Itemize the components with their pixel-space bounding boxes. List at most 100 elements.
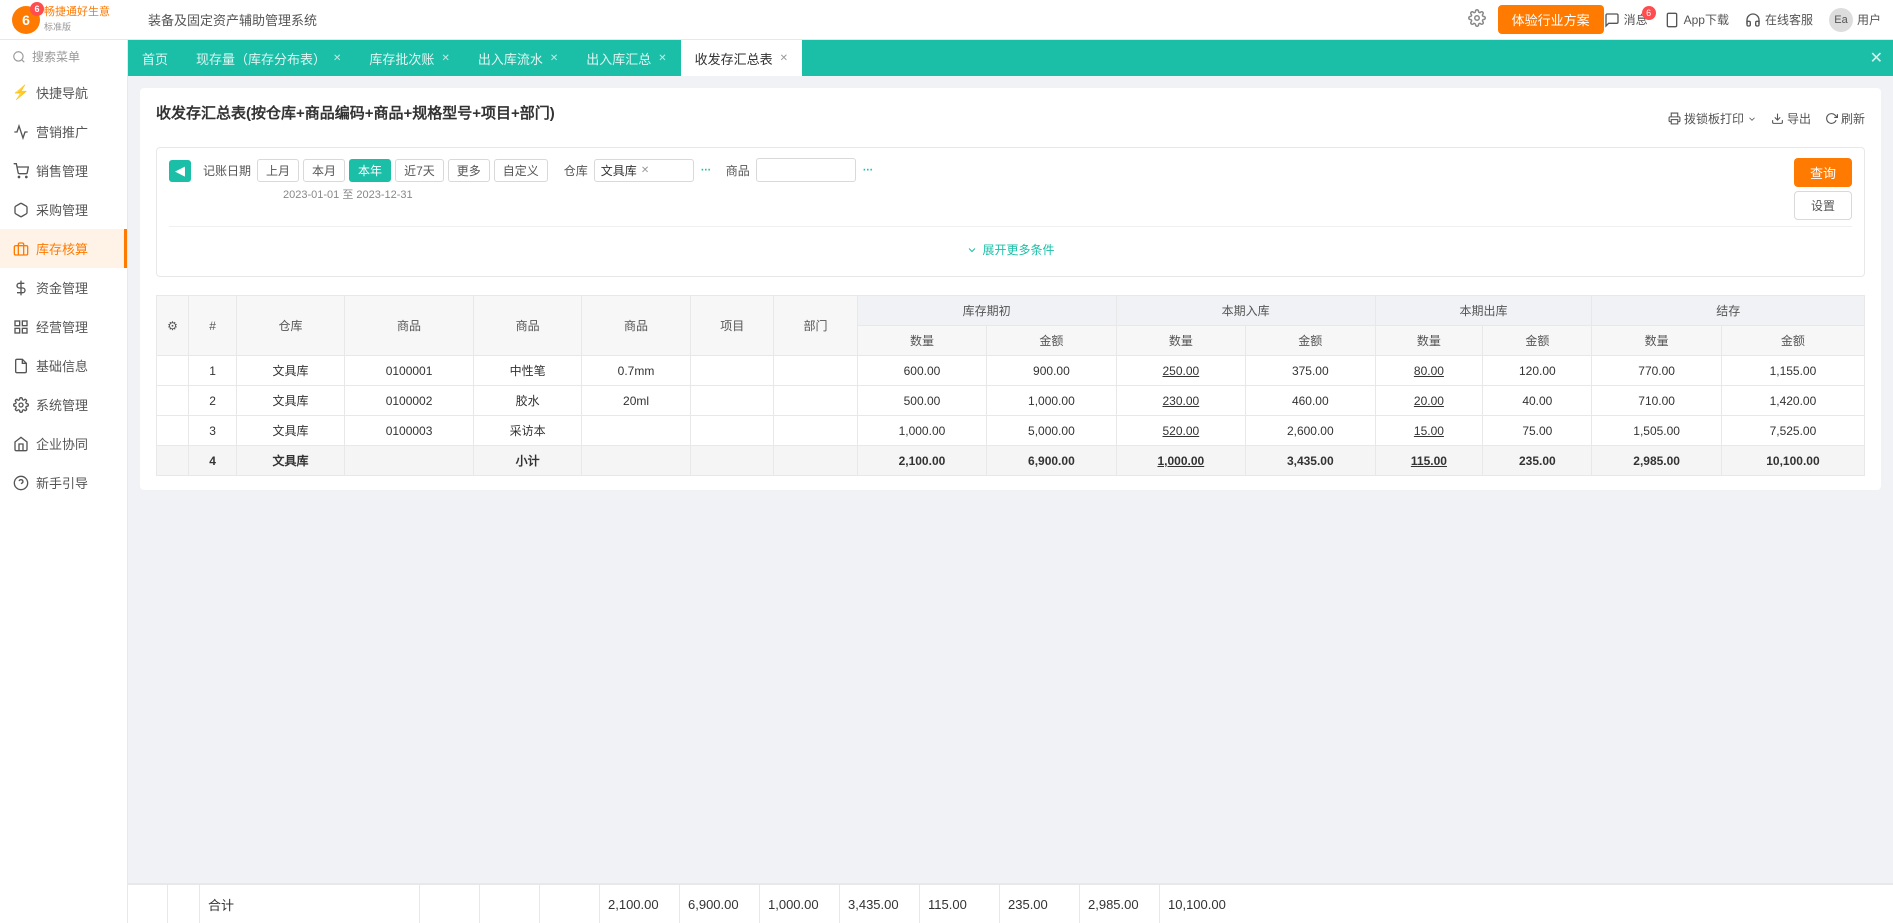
date-btn-7days[interactable]: 近7天 — [395, 159, 444, 182]
tab-close-stock-dist[interactable]: ✕ — [333, 53, 341, 64]
expand-conditions-button[interactable]: 展开更多条件 — [966, 241, 1054, 258]
table-container: ⚙ # 仓库 商品 商品 商品 项目 部门 库存期初 — [156, 287, 1865, 476]
subtotal-bal-amt: 10,100.00 — [1721, 446, 1864, 476]
row-dept — [774, 386, 857, 416]
row-out-qty[interactable]: 80.00 — [1375, 356, 1483, 386]
row-warehouse: 文具库 — [237, 386, 345, 416]
message-badge: 6 — [1642, 6, 1656, 20]
settings-col-header[interactable]: ⚙ — [157, 296, 189, 356]
row-open-amt: 1,000.00 — [987, 386, 1116, 416]
export-icon — [1771, 112, 1784, 125]
date-btn-this-month[interactable]: 本月 — [303, 159, 345, 182]
date-btn-last-month[interactable]: 上月 — [257, 159, 299, 182]
row-code: 0100003 — [344, 416, 473, 446]
date-btn-custom[interactable]: 自定义 — [494, 159, 548, 182]
footer-in-amt: 3,435.00 — [840, 885, 920, 923]
sidebar-item-base-info[interactable]: 基础信息 — [0, 346, 127, 385]
goods-input[interactable] — [756, 158, 856, 182]
refresh-button[interactable]: 刷新 — [1825, 110, 1865, 127]
sidebar-item-marketing[interactable]: 营销推广 — [0, 112, 127, 151]
row-no: 1 — [189, 356, 237, 386]
sidebar-item-quick-nav[interactable]: ⚡ 快捷导航 — [0, 73, 127, 112]
row-in-qty[interactable]: 230.00 — [1116, 386, 1245, 416]
row-dept — [774, 416, 857, 446]
footer-bal-amt: 10,100.00 — [1160, 885, 1240, 923]
table-settings-button[interactable]: 设置 — [1794, 191, 1852, 220]
tab-close-inout-flow[interactable]: ✕ — [550, 53, 558, 64]
date-btn-this-year[interactable]: 本年 — [349, 159, 391, 182]
row-in-amt: 2,600.00 — [1246, 416, 1375, 446]
row-no: 3 — [189, 416, 237, 446]
tab-home[interactable]: 首页 — [128, 40, 182, 76]
subtotal-out-qty[interactable]: 115.00 — [1375, 446, 1483, 476]
tab-close-inout-summary[interactable]: ✕ — [658, 53, 666, 64]
tab-close-batch[interactable]: ✕ — [441, 53, 449, 64]
logo-badge: 6 — [30, 2, 44, 16]
goods-more-button[interactable]: ··· — [862, 161, 872, 179]
warehouse-tag-close[interactable]: ✕ — [641, 165, 649, 176]
close-all-tabs-button[interactable]: ✕ — [1860, 48, 1893, 68]
row-code: 0100001 — [344, 356, 473, 386]
date-btn-more[interactable]: 更多 — [448, 159, 490, 182]
page-title: 收发存汇总表(按仓库+商品编码+商品+规格型号+项目+部门) — [156, 102, 555, 123]
tab-recv-send[interactable]: 收发存汇总表 ✕ — [681, 40, 802, 76]
logo-sub: 标准版 — [44, 20, 110, 33]
online-service-button[interactable]: 在线客服 — [1745, 11, 1813, 28]
sidebar-item-finance[interactable]: 资金管理 — [0, 268, 127, 307]
filter-fields: 记账日期 上月 本月 本年 近7天 更多 自定义 — [203, 158, 1782, 202]
footer-bal-qty: 2,985.00 — [1080, 885, 1160, 923]
app-download-button[interactable]: App下载 — [1664, 11, 1729, 28]
subtotal-in-qty[interactable]: 1,000.00 — [1116, 446, 1245, 476]
base-info-icon — [12, 357, 30, 375]
subtotal-in-amt: 3,435.00 — [1246, 446, 1375, 476]
tab-inout-flow[interactable]: 出入库流水 ✕ — [464, 40, 572, 76]
tab-inout-summary[interactable]: 出入库汇总 ✕ — [572, 40, 680, 76]
filter-collapse-button[interactable]: ◀ — [169, 160, 191, 182]
sidebar-item-newbie[interactable]: 新手引导 — [0, 463, 127, 502]
col-name-header: 商品 — [474, 296, 582, 356]
refresh-icon — [1825, 112, 1838, 125]
sidebar-item-sales[interactable]: 销售管理 — [0, 151, 127, 190]
sidebar-item-purchase[interactable]: 采购管理 — [0, 190, 127, 229]
row-out-qty[interactable]: 15.00 — [1375, 416, 1483, 446]
footer-out-amt: 235.00 — [1000, 885, 1080, 923]
row-in-qty[interactable]: 250.00 — [1116, 356, 1245, 386]
warehouse-input[interactable]: 文具库 ✕ — [594, 159, 694, 182]
row-bal-qty: 1,505.00 — [1592, 416, 1721, 446]
logo-area: 6 6 畅捷通好生意 标准版 — [12, 6, 140, 34]
row-warehouse: 文具库 — [237, 416, 345, 446]
sidebar-item-business[interactable]: 经营管理 — [0, 307, 127, 346]
tab-stock-dist[interactable]: 现存量（库存分布表） ✕ — [182, 40, 355, 76]
app-container: 6 6 畅捷通好生意 标准版 装备及固定资产辅助管理系统 体验行业方案 消息 6 — [0, 0, 1893, 923]
col-balance-header: 结存 — [1592, 296, 1865, 326]
trial-button[interactable]: 体验行业方案 — [1498, 5, 1604, 34]
tab-batch[interactable]: 库存批次账 ✕ — [355, 40, 463, 76]
row-out-qty[interactable]: 20.00 — [1375, 386, 1483, 416]
row-in-amt: 375.00 — [1246, 356, 1375, 386]
tab-close-recv-send[interactable]: ✕ — [780, 53, 788, 64]
sidebar-item-company[interactable]: 企业协同 — [0, 424, 127, 463]
search-menu-button[interactable]: 搜索菜单 — [0, 40, 127, 73]
sidebar-item-inventory[interactable]: 库存核算 — [0, 229, 127, 268]
query-button[interactable]: 查询 — [1794, 158, 1852, 187]
print-button[interactable]: 拨锁板打印 — [1668, 110, 1757, 127]
page-card: 收发存汇总表(按仓库+商品编码+商品+规格型号+项目+部门) 拨锁板打印 — [140, 88, 1881, 490]
subtotal-out-amt: 235.00 — [1483, 446, 1592, 476]
sidebar-item-system[interactable]: 系统管理 — [0, 385, 127, 424]
headset-icon — [1745, 12, 1761, 28]
footer-out-qty: 115.00 — [920, 885, 1000, 923]
row-code: 0100002 — [344, 386, 473, 416]
message-icon — [1604, 12, 1620, 28]
user-button[interactable]: Ea 用户 — [1829, 8, 1881, 32]
row-bal-qty: 710.00 — [1592, 386, 1721, 416]
main-area: 搜索菜单 ⚡ 快捷导航 营销推广 销售管理 — [0, 40, 1893, 923]
message-button[interactable]: 消息 6 — [1604, 11, 1648, 28]
date-filter-label: 记账日期 — [203, 162, 251, 179]
row-in-qty[interactable]: 520.00 — [1116, 416, 1245, 446]
phone-icon — [1664, 12, 1680, 28]
warehouse-more-button[interactable]: ··· — [700, 161, 710, 179]
export-button[interactable]: 导出 — [1771, 110, 1811, 127]
chevron-down-expand-icon — [966, 244, 978, 256]
system-title: 装备及固定资产辅助管理系统 — [148, 10, 1448, 29]
gear-icon[interactable] — [1468, 9, 1486, 30]
